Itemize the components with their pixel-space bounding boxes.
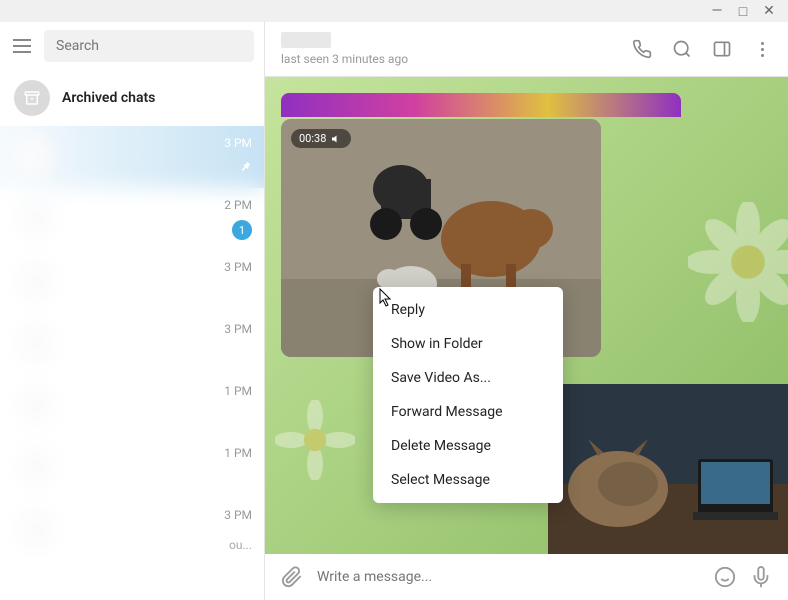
context-menu-reply[interactable]: Reply — [373, 293, 563, 327]
chat-list: 3 PM 2 PM 1 3 PM 3 PM — [0, 126, 264, 600]
cursor-icon — [379, 288, 393, 308]
chat-list-item[interactable]: 2 PM 1 — [0, 188, 264, 250]
muted-icon — [331, 133, 343, 145]
chat-list-item[interactable]: 3 PM — [0, 312, 264, 374]
more-options-icon[interactable] — [752, 39, 772, 59]
chat-list-item[interactable]: 3 PM — [0, 126, 264, 188]
call-icon[interactable] — [632, 39, 652, 59]
avatar — [12, 259, 56, 303]
search-input[interactable] — [44, 30, 254, 62]
window-titlebar: — □ ✕ — [0, 0, 788, 22]
search-icon[interactable] — [672, 39, 692, 59]
archived-chats-label: Archived chats — [62, 90, 155, 106]
microphone-icon[interactable] — [750, 566, 772, 588]
video-message[interactable] — [548, 384, 788, 554]
chat-time: 3 PM — [224, 508, 252, 522]
context-menu-save-video-as[interactable]: Save Video As... — [373, 361, 563, 395]
chat-time: 2 PM — [224, 198, 252, 212]
chat-time: 1 PM — [224, 384, 252, 398]
avatar — [12, 445, 56, 489]
sidebar-header — [0, 22, 264, 70]
context-menu-forward[interactable]: Forward Message — [373, 395, 563, 429]
pinned-icon — [238, 160, 252, 178]
avatar — [12, 135, 56, 179]
avatar — [12, 507, 56, 551]
chat-preview-text: ou... — [229, 538, 252, 552]
chat-time: 1 PM — [224, 446, 252, 460]
archived-chats-row[interactable]: Archived chats — [0, 70, 264, 126]
chat-time: 3 PM — [224, 260, 252, 274]
sidebar-panel-icon[interactable] — [712, 39, 732, 59]
sidebar: Archived chats 3 PM 2 PM 1 — [0, 22, 265, 600]
video-duration-text: 00:38 — [299, 132, 326, 145]
archive-icon — [14, 80, 50, 116]
context-menu-select[interactable]: Select Message — [373, 463, 563, 497]
chat-time: 3 PM — [224, 136, 252, 150]
video-duration-badge: 00:38 — [291, 129, 351, 148]
avatar — [12, 321, 56, 365]
message-composer — [265, 554, 788, 600]
context-menu: Reply Show in Folder Save Video As... Fo… — [373, 287, 563, 503]
maximize-button[interactable]: □ — [736, 4, 750, 18]
minimize-button[interactable]: — — [710, 4, 724, 18]
avatar — [12, 197, 56, 241]
chat-contact-name — [281, 32, 331, 48]
chat-time: 3 PM — [224, 322, 252, 336]
context-menu-delete[interactable]: Delete Message — [373, 429, 563, 463]
hamburger-menu-icon[interactable] — [10, 34, 34, 58]
chat-header: last seen 3 minutes ago — [265, 22, 788, 77]
chat-header-actions — [632, 39, 772, 59]
chat-status: last seen 3 minutes ago — [281, 52, 632, 66]
chat-list-item[interactable]: 1 PM — [0, 436, 264, 498]
context-menu-show-in-folder[interactable]: Show in Folder — [373, 327, 563, 361]
message-input[interactable] — [317, 569, 700, 585]
chat-header-info[interactable]: last seen 3 minutes ago — [281, 32, 632, 66]
unread-badge: 1 — [232, 220, 252, 240]
attach-icon[interactable] — [281, 566, 303, 588]
chat-list-item[interactable]: 3 PM — [0, 250, 264, 312]
message-media[interactable] — [281, 93, 681, 117]
close-button[interactable]: ✕ — [762, 4, 776, 18]
avatar — [12, 383, 56, 427]
emoji-icon[interactable] — [714, 566, 736, 588]
chat-list-item[interactable]: 1 PM — [0, 374, 264, 436]
chat-list-item[interactable]: 3 PM ou... — [0, 498, 264, 560]
